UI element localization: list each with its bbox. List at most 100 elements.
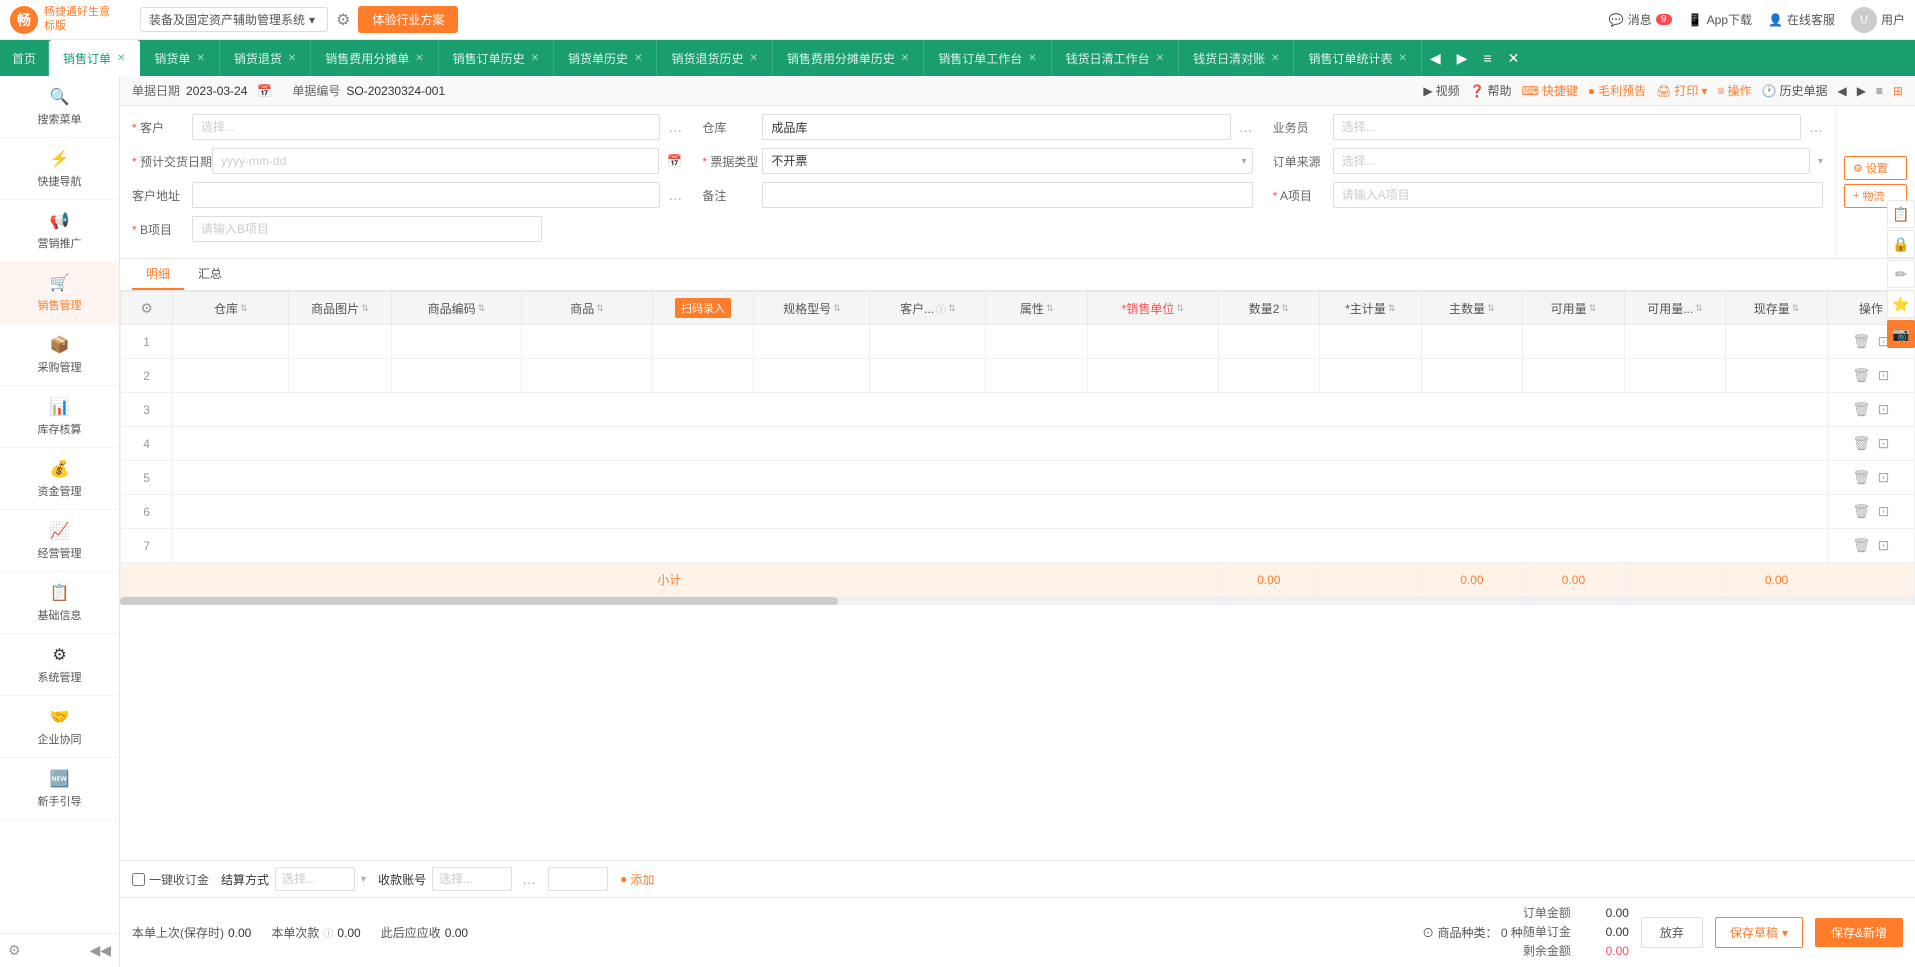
- tab-stats[interactable]: 销售订单统计表 ✕: [1294, 40, 1421, 76]
- tab-fee-history-close[interactable]: ✕: [901, 53, 909, 64]
- product-image-sort[interactable]: 商品图片 ⇅: [311, 300, 369, 317]
- settings-icon[interactable]: ⚙: [336, 10, 350, 30]
- tab-daily-clear[interactable]: 钱货日清工作台 ✕: [1052, 40, 1179, 76]
- row-5-copy-icon[interactable]: ⊡: [1878, 469, 1890, 485]
- user-avatar[interactable]: U 用户: [1851, 7, 1905, 33]
- nav-prev-btn[interactable]: ◀: [1837, 84, 1846, 98]
- available2-sort[interactable]: 可用量... ⇅: [1647, 300, 1703, 317]
- row-7-copy-icon[interactable]: ⊡: [1878, 537, 1890, 553]
- sidebar-item-guide[interactable]: 🆕 新手引导: [0, 758, 119, 820]
- sidebar-item-system[interactable]: ⚙ 系统管理: [0, 634, 119, 696]
- right-panel-icon-4[interactable]: ⭐: [1887, 290, 1915, 318]
- row-4-delete-icon[interactable]: 🗑: [1852, 435, 1870, 451]
- system-selector[interactable]: 装备及固定资产辅助管理系统 ▾: [140, 7, 328, 32]
- tab-home[interactable]: 首页: [0, 40, 49, 76]
- row-2-spec[interactable]: [754, 359, 870, 393]
- sidebar-collapse-icon[interactable]: ◀◀: [89, 942, 111, 959]
- row-6-delete-icon[interactable]: 🗑: [1852, 503, 1870, 519]
- add-payment-btn[interactable]: ● 添加: [620, 871, 654, 888]
- customer-input[interactable]: [192, 114, 660, 140]
- tab-daily-clear-close[interactable]: ✕: [1156, 53, 1164, 64]
- row-1-sales-unit[interactable]: [1087, 325, 1218, 359]
- tab-summary[interactable]: 汇总: [184, 259, 236, 290]
- row-2-attributes[interactable]: [986, 359, 1088, 393]
- row-2-sales-unit[interactable]: [1087, 359, 1218, 393]
- row-1-image[interactable]: [289, 325, 391, 359]
- customer-address-input[interactable]: [192, 182, 660, 208]
- row-3-copy-icon[interactable]: ⊡: [1878, 401, 1890, 417]
- quantity2-sort[interactable]: 数量2 ⇅: [1249, 300, 1289, 317]
- solution-button[interactable]: 体验行业方案: [358, 6, 458, 33]
- tab-stats-close[interactable]: ✕: [1399, 53, 1407, 64]
- row-2-stock[interactable]: [1726, 359, 1828, 393]
- row-2-delete-icon[interactable]: 🗑: [1852, 367, 1870, 383]
- row-2-code[interactable]: [391, 359, 522, 393]
- row-1-delete-icon[interactable]: 🗑: [1852, 333, 1870, 349]
- tab-slip-history-close[interactable]: ✕: [634, 53, 642, 64]
- sidebar-item-purchase[interactable]: 📦 采购管理: [0, 324, 119, 386]
- sidebar-item-quick-nav[interactable]: ⚡ 快捷导航: [0, 138, 119, 200]
- b-project-input[interactable]: [192, 216, 542, 242]
- sidebar-item-operations[interactable]: 📈 经营管理: [0, 510, 119, 572]
- row-1-available[interactable]: [1523, 325, 1625, 359]
- tab-fee-split[interactable]: 销售费用分摊单 ✕: [311, 40, 438, 76]
- history-btn[interactable]: 🕐 历史单据: [1761, 82, 1827, 99]
- tab-detail[interactable]: 明细: [132, 259, 184, 290]
- salesperson-input[interactable]: [1333, 114, 1801, 140]
- current-stock-sort[interactable]: 现存量 ⇅: [1754, 300, 1800, 317]
- profit-btn[interactable]: ● 毛利预告: [1588, 82, 1646, 99]
- warehouse-sort[interactable]: 仓库 ⇅: [214, 300, 248, 317]
- operate-btn[interactable]: ≡ 操作: [1717, 82, 1751, 99]
- delivery-calendar-icon[interactable]: 📅: [667, 154, 682, 168]
- help-btn[interactable]: ❓ 帮助: [1470, 82, 1512, 99]
- row-1-code[interactable]: [391, 325, 522, 359]
- sales-unit-sort[interactable]: *销售单位 ⇅: [1122, 300, 1184, 317]
- amount-input[interactable]: 0.00: [548, 867, 608, 891]
- tab-nav-next[interactable]: ▶: [1449, 40, 1476, 76]
- payment-method-input[interactable]: [275, 867, 355, 891]
- tab-sales-order[interactable]: 销售订单 ✕: [49, 40, 140, 76]
- row-2-copy-icon[interactable]: ⊡: [1878, 367, 1890, 383]
- notes-input[interactable]: [762, 182, 1252, 208]
- right-panel-icon-3[interactable]: ✏: [1887, 260, 1915, 288]
- row-2-customer-code[interactable]: [870, 359, 986, 393]
- available-sort[interactable]: 可用量 ⇅: [1551, 300, 1597, 317]
- tab-nav-more[interactable]: ≡: [1475, 40, 1499, 76]
- ticket-type-select[interactable]: 不开票: [762, 148, 1252, 174]
- one-click-checkbox-input[interactable]: [132, 873, 145, 886]
- save-draft-dropdown-icon[interactable]: ▾: [1782, 926, 1788, 940]
- product-code-sort[interactable]: 商品编码 ⇅: [428, 300, 486, 317]
- tab-reconcile[interactable]: 钱货日清对账 ✕: [1179, 40, 1294, 76]
- main-unit-sort[interactable]: *主计量 ⇅: [1345, 300, 1395, 317]
- row-2-warehouse[interactable]: [173, 359, 289, 393]
- sidebar-item-finance[interactable]: 💰 资金管理: [0, 448, 119, 510]
- shortcut-btn[interactable]: ⌨ 快捷键: [1522, 82, 1578, 99]
- sidebar-item-collaboration[interactable]: 🤝 企业协同: [0, 696, 119, 758]
- row-1-available2[interactable]: [1624, 325, 1726, 359]
- save-draft-button[interactable]: 保存草稿 ▾: [1715, 917, 1803, 948]
- tab-nav-close-all[interactable]: ✕: [1500, 40, 1528, 76]
- tab-sales-return-close[interactable]: ✕: [288, 53, 296, 64]
- horizontal-scrollbar[interactable]: [120, 597, 1915, 605]
- customer-code-info-icon[interactable]: ⓘ: [936, 301, 946, 316]
- sidebar-item-inventory[interactable]: 📊 库存核算: [0, 386, 119, 448]
- right-panel-icon-5[interactable]: 📷: [1887, 320, 1915, 348]
- tab-reconcile-close[interactable]: ✕: [1271, 53, 1279, 64]
- warehouse-more-icon[interactable]: …: [1239, 119, 1253, 135]
- sidebar-item-search[interactable]: 🔍 搜索菜单: [0, 76, 119, 138]
- one-click-payment-checkbox[interactable]: 一键收订金: [132, 871, 209, 888]
- print-btn[interactable]: 🖨 打印 ▾: [1656, 82, 1707, 99]
- warehouse-input[interactable]: [762, 114, 1230, 140]
- row-3-delete-icon[interactable]: 🗑: [1852, 401, 1870, 417]
- account-input[interactable]: [432, 867, 512, 891]
- account-more-icon[interactable]: …: [522, 871, 536, 887]
- tab-sales-slip[interactable]: 销货单 ✕: [140, 40, 219, 76]
- tab-order-history[interactable]: 销售订单历史 ✕: [439, 40, 554, 76]
- view-video-btn[interactable]: ▶ 视频: [1423, 82, 1459, 99]
- tab-order-workbench-close[interactable]: ✕: [1028, 53, 1036, 64]
- sidebar-item-base-info[interactable]: 📋 基础信息: [0, 572, 119, 634]
- main-quantity-sort[interactable]: 主数量 ⇅: [1449, 300, 1495, 317]
- column-settings-icon[interactable]: ⚙: [140, 300, 153, 316]
- tab-sales-slip-close[interactable]: ✕: [196, 53, 204, 64]
- current-due-info-icon[interactable]: ⓘ: [323, 925, 333, 940]
